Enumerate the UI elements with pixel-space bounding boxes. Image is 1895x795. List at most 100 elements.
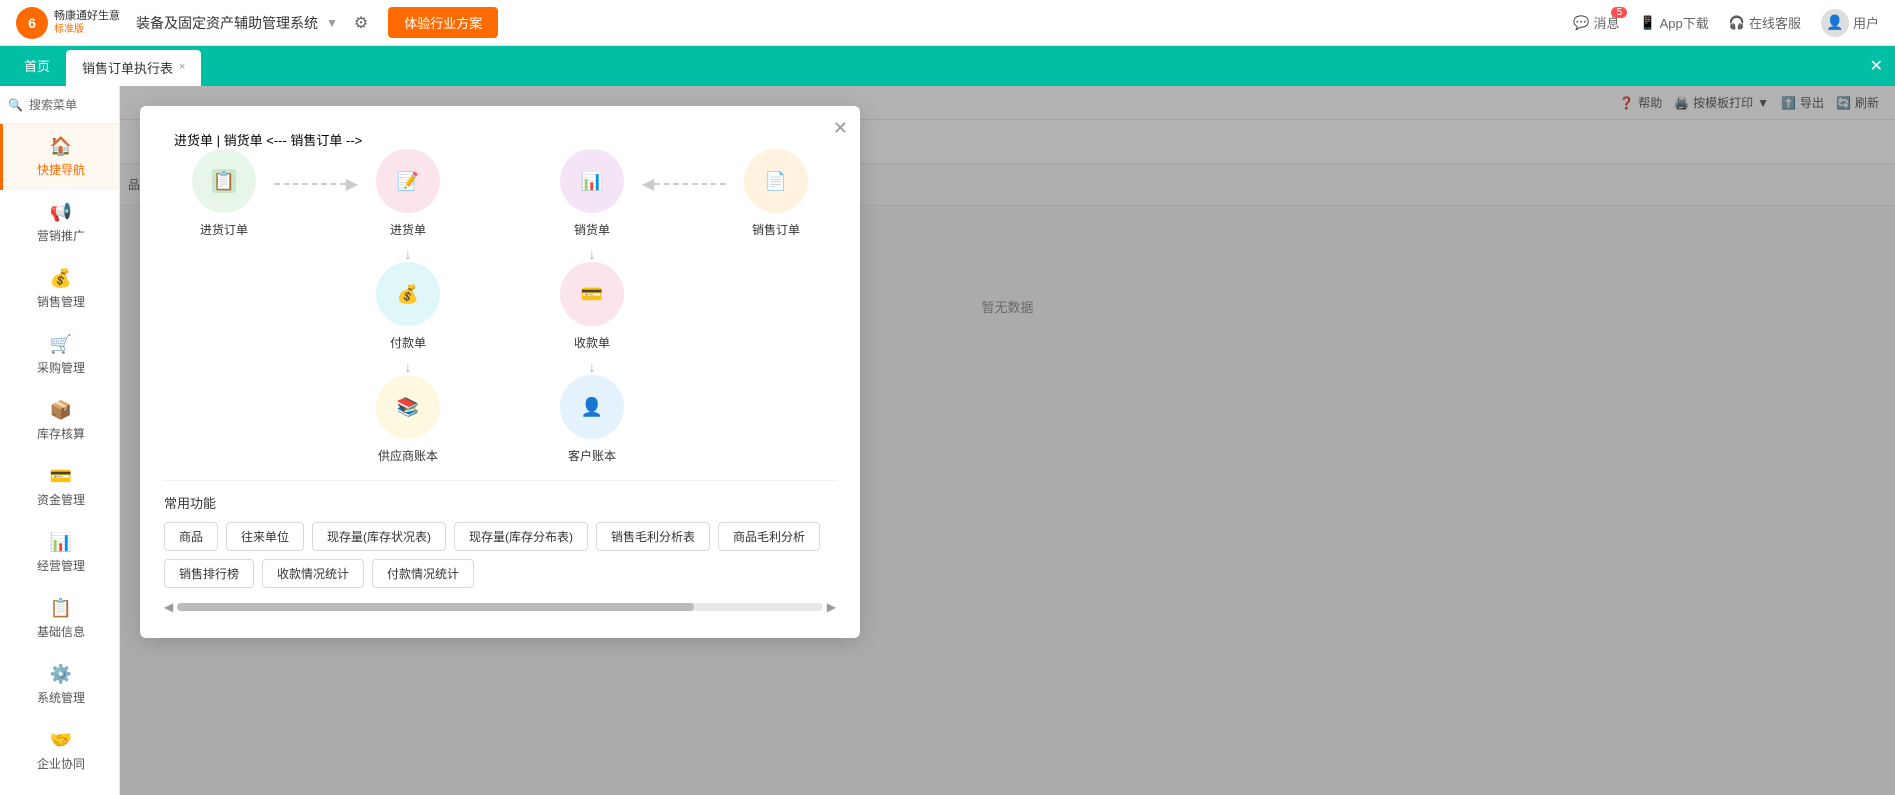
flow-circle-purchase-order: 📋 xyxy=(192,149,256,213)
sidebar-item-system[interactable]: ⚙️ 系统管理 xyxy=(0,652,119,718)
flow-item-supplier-ledger[interactable]: 📚 供应商账本 xyxy=(358,375,458,464)
scroll-thumb xyxy=(177,603,693,611)
cf-btn-product-profit[interactable]: 商品毛利分析 xyxy=(718,522,820,551)
flow-item-purchase-order[interactable]: 📋 进货订单 xyxy=(174,149,274,238)
user-menu[interactable]: 👤 用户 xyxy=(1821,9,1879,37)
modal-box: ✕ 进货单 | 销货单 <--- 销售订单 --> 📋 xyxy=(140,106,860,638)
modal-close-btn[interactable]: ✕ xyxy=(833,118,848,139)
sidebar-item-inventory[interactable]: 📦 库存核算 xyxy=(0,388,119,454)
sales-icon: 💰 xyxy=(50,268,72,289)
operations-icon: 📊 xyxy=(50,532,72,553)
flow-circle-purchase: 📝 xyxy=(376,149,440,213)
basic-icon: 📋 xyxy=(50,598,72,619)
cf-btn-receipt-stats[interactable]: 收款情况统计 xyxy=(262,559,364,588)
purchase-order-icon: 📋 xyxy=(208,165,240,197)
finance-icon: 💳 xyxy=(50,466,72,487)
cf-btn-inventory-dist[interactable]: 现存量(库存分布表) xyxy=(454,522,588,551)
tab-sales-order[interactable]: 销售订单执行表 × xyxy=(66,50,201,86)
sidebar-item-marketing[interactable]: 📢 营销推广 xyxy=(0,190,119,256)
svg-text:💰: 💰 xyxy=(397,283,419,305)
cf-btn-product[interactable]: 商品 xyxy=(164,522,218,551)
avatar: 👤 xyxy=(1821,9,1849,37)
svg-text:📊: 📊 xyxy=(581,170,603,191)
quicknav-icon: 🏠 xyxy=(50,136,72,157)
flow-circle-payment: 💰 xyxy=(376,262,440,326)
sidebar-item-finance[interactable]: 💳 资金管理 xyxy=(0,454,119,520)
top-header: 6 畅康通好生意 标准版 装备及固定资产辅助管理系统 ▼ ⚙ 体验行业方案 💬 … xyxy=(0,0,1895,46)
cf-btn-payment-stats[interactable]: 付款情况统计 xyxy=(372,559,474,588)
purchase-icon: 📝 xyxy=(392,165,424,197)
payment-icon: 💰 xyxy=(392,278,424,310)
sidebar-item-purchase[interactable]: 🛒 采购管理 xyxy=(0,322,119,388)
flow-item-customer-ledger[interactable]: 👤 客户账本 xyxy=(542,375,642,464)
inventory-icon: 📦 xyxy=(50,400,72,421)
flow-item-purchase[interactable]: 📝 进货单 xyxy=(358,149,458,238)
cf-btn-sales-profit[interactable]: 销售毛利分析表 xyxy=(596,522,710,551)
flow-item-sale[interactable]: 📊 销货单 xyxy=(542,149,642,238)
flow-circle-supplier-ledger: 📚 xyxy=(376,375,440,439)
flow-circle-sales-order: 📄 xyxy=(744,149,808,213)
system-title: 装备及固定资产辅助管理系统 xyxy=(136,13,318,33)
settings-icon[interactable]: ⚙ xyxy=(354,13,368,33)
svg-text:📝: 📝 xyxy=(397,170,419,191)
sidebar-item-collab[interactable]: 🤝 企业协同 xyxy=(0,718,119,784)
collab-icon: 🤝 xyxy=(50,730,72,751)
svg-text:📚: 📚 xyxy=(397,397,419,417)
flow-diagram: 进货单 | 销货单 <--- 销售订单 --> 📋 进货订单 xyxy=(164,130,836,464)
nav-tabs: 首页 销售订单执行表 × ✕ xyxy=(0,46,1895,86)
sidebar-item-newbie[interactable]: 🎯 新手引导 xyxy=(0,784,119,795)
experience-btn[interactable]: 体验行业方案 xyxy=(388,7,498,38)
tab-close-icon[interactable]: × xyxy=(179,61,185,73)
flow-item-receipt[interactable]: 💳 收款单 xyxy=(542,262,642,351)
cf-row-1: 商品 往来单位 现存量(库存状况表) 现存量(库存分布表) 销售毛利分析表 商品… xyxy=(164,522,836,551)
search-icon: 🔍 xyxy=(8,98,23,112)
marketing-icon: 📢 xyxy=(50,202,72,223)
sale-icon: 📊 xyxy=(576,165,608,197)
system-title-area: 装备及固定资产辅助管理系统 ▼ ⚙ 体验行业方案 xyxy=(136,7,1573,38)
flow-circle-receipt: 💳 xyxy=(560,262,624,326)
sidebar-item-operations[interactable]: 📊 经营管理 xyxy=(0,520,119,586)
sidebar-item-basic[interactable]: 📋 基础信息 xyxy=(0,586,119,652)
cf-row-2: 销售排行榜 收款情况统计 付款情况统计 xyxy=(164,559,836,588)
svg-text:📋: 📋 xyxy=(213,170,235,191)
logo-icon: 6 xyxy=(16,7,48,39)
content-area: ❓ 帮助 🖨️ 按模板打印 ▼ ⬆️ 导出 🔄 刷新 📅 单据状态 xyxy=(120,86,1895,795)
search-menu-btn[interactable]: 🔍 搜索菜单 xyxy=(0,86,119,124)
logo-text: 畅康通好生意 标准版 xyxy=(54,9,120,36)
cf-btn-sales-rank[interactable]: 销售排行榜 xyxy=(164,559,254,588)
common-functions: 常用功能 商品 往来单位 现存量(库存状况表) 现存量(库存分布表) 销售毛利分… xyxy=(164,480,836,588)
app-icon: 📱 xyxy=(1639,15,1655,31)
svg-text:💳: 💳 xyxy=(581,284,603,304)
system-icon: ⚙️ xyxy=(50,664,72,685)
sidebar-item-quicknav[interactable]: 🏠 快捷导航 xyxy=(0,124,119,190)
online-service-btn[interactable]: 🎧 在线客服 xyxy=(1729,13,1801,32)
flow-circle-sale: 📊 xyxy=(560,149,624,213)
message-badge: 5 xyxy=(1611,7,1627,18)
supplier-ledger-icon: 📚 xyxy=(392,391,424,423)
svg-text:📄: 📄 xyxy=(765,170,787,191)
flow-item-sales-order[interactable]: 📄 销售订单 xyxy=(726,149,826,238)
header-right: 💬 消息 5 📱 App下载 🎧 在线客服 👤 用户 xyxy=(1573,9,1879,37)
sidebar-item-sales[interactable]: 💰 销售管理 xyxy=(0,256,119,322)
app-download-btn[interactable]: 📱 App下载 xyxy=(1639,13,1708,32)
cf-btn-inventory-status[interactable]: 现存量(库存状况表) xyxy=(312,522,446,551)
svg-text:👤: 👤 xyxy=(581,396,603,417)
message-icon: 💬 xyxy=(1573,15,1589,31)
main-layout: 🔍 搜索菜单 🏠 快捷导航 📢 营销推广 💰 销售管理 🛒 采购管理 📦 库存核… xyxy=(0,86,1895,795)
scroll-left-btn[interactable]: ◀ xyxy=(164,600,173,614)
receipt-icon: 💳 xyxy=(576,278,608,310)
cf-btn-counterparty[interactable]: 往来单位 xyxy=(226,522,304,551)
flow-circle-customer-ledger: 👤 xyxy=(560,375,624,439)
tab-home[interactable]: 首页 xyxy=(8,46,66,86)
scroll-track[interactable] xyxy=(177,603,823,611)
nav-close-all-btn[interactable]: ✕ xyxy=(1870,56,1883,76)
dropdown-arrow-icon[interactable]: ▼ xyxy=(326,16,338,30)
sidebar: 🔍 搜索菜单 🏠 快捷导航 📢 营销推广 💰 销售管理 🛒 采购管理 📦 库存核… xyxy=(0,86,120,795)
modal-overlay: ✕ 进货单 | 销货单 <--- 销售订单 --> 📋 xyxy=(120,86,1895,795)
sales-order-icon: 📄 xyxy=(760,165,792,197)
customer-ledger-icon: 👤 xyxy=(576,391,608,423)
scroll-right-btn[interactable]: ▶ xyxy=(827,600,836,614)
horizontal-scrollbar: ◀ ▶ xyxy=(164,600,836,614)
flow-item-payment[interactable]: 💰 付款单 xyxy=(358,262,458,351)
message-btn[interactable]: 💬 消息 5 xyxy=(1573,13,1619,32)
